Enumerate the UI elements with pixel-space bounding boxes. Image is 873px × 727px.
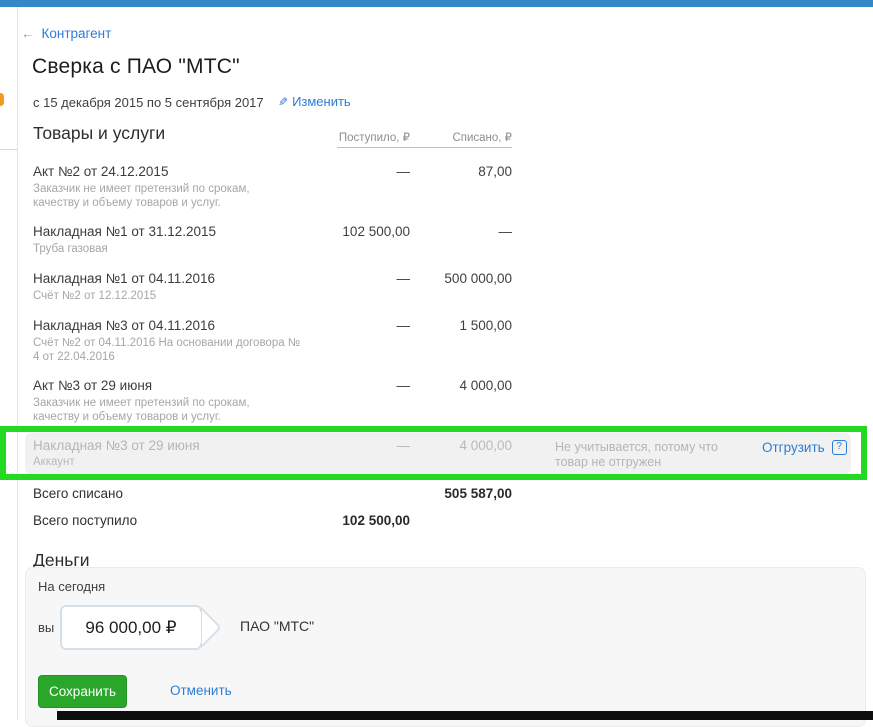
- total-debited-value: 505 587,00: [444, 486, 512, 501]
- clipped-orange-marker: [0, 93, 4, 106]
- row-subtitle: Счёт №2 от 04.11.2016 На основании догов…: [33, 337, 301, 363]
- row-debited-value: 87,00: [478, 164, 512, 179]
- row-disabled-note: Не учитывается, потому что товар не отгр…: [555, 440, 718, 469]
- page-title: Сверка с ПАО "МТС": [32, 55, 240, 78]
- row-title: Акт №3 от 29 июня: [33, 378, 153, 393]
- back-link-label: Контрагент: [41, 26, 112, 41]
- row-subtitle: Заказчик не имеет претензий по срокам, к…: [33, 397, 250, 423]
- back-arrow-icon: ←: [21, 26, 35, 41]
- goods-section-title: Товары и услуги: [33, 123, 166, 143]
- row-debited-value: —: [498, 224, 513, 239]
- row-subtitle: Счёт №2 от 12.12.2015: [33, 290, 157, 302]
- row-title-disabled: Накладная №3 от 29 июня: [33, 438, 200, 453]
- edit-period-link[interactable]: ✎ Изменить: [278, 94, 351, 109]
- cancel-link[interactable]: Отменить: [170, 683, 232, 698]
- amount-input-arrow-mask: [189, 612, 201, 643]
- help-icon[interactable]: ?: [831, 440, 847, 455]
- ship-goods-link[interactable]: Отгрузить ?: [762, 440, 847, 455]
- total-received-label: Всего поступило: [33, 513, 138, 528]
- row-title: Накладная №1 от 04.11.2016: [33, 271, 216, 286]
- left-rail-tick: [0, 149, 17, 150]
- ship-goods-label: Отгрузить: [762, 440, 825, 455]
- row-debited-value: 500 000,00: [444, 271, 512, 286]
- row-subtitle: Заказчик не имеет претензий по срокам, к…: [33, 183, 250, 209]
- payer-label: вы: [38, 620, 55, 635]
- row-title: Накладная №3 от 04.11.2016: [33, 318, 216, 333]
- left-rail-divider: [17, 7, 18, 720]
- row-subtitle-disabled: Аккаунт: [33, 456, 75, 468]
- edit-link-label: Изменить: [292, 94, 351, 109]
- amount-input[interactable]: 96 000,00 ₽: [60, 605, 202, 650]
- row-debited-value-disabled: 4 000,00: [459, 438, 512, 453]
- annotation-highlight-frame: [0, 426, 867, 480]
- bottom-window-edge: [57, 711, 873, 720]
- money-card-title: На сегодня: [38, 579, 106, 594]
- back-link-kontragent[interactable]: ← Контрагент: [21, 26, 111, 41]
- row-title: Накладная №1 от 31.12.2015: [33, 224, 217, 239]
- pencil-icon: ✎: [278, 95, 289, 109]
- column-header-debited: Списано, ₽: [452, 132, 512, 144]
- recipient-name: ПАО "МТС": [240, 618, 315, 634]
- row-debited-value: 4 000,00: [459, 378, 512, 393]
- row-title: Акт №2 от 24.12.2015: [33, 164, 169, 179]
- row-debited-value: 1 500,00: [459, 318, 512, 333]
- row-subtitle: Труба газовая: [33, 243, 108, 255]
- window-top-bar: [0, 0, 873, 7]
- column-header-rule: [337, 147, 512, 148]
- total-received-value: 102 500,00: [342, 513, 410, 528]
- period-text: с 15 декабря 2015 по 5 сентября 2017: [33, 95, 264, 110]
- total-debited-label: Всего списано: [33, 486, 123, 501]
- save-button[interactable]: Сохранить: [38, 675, 127, 708]
